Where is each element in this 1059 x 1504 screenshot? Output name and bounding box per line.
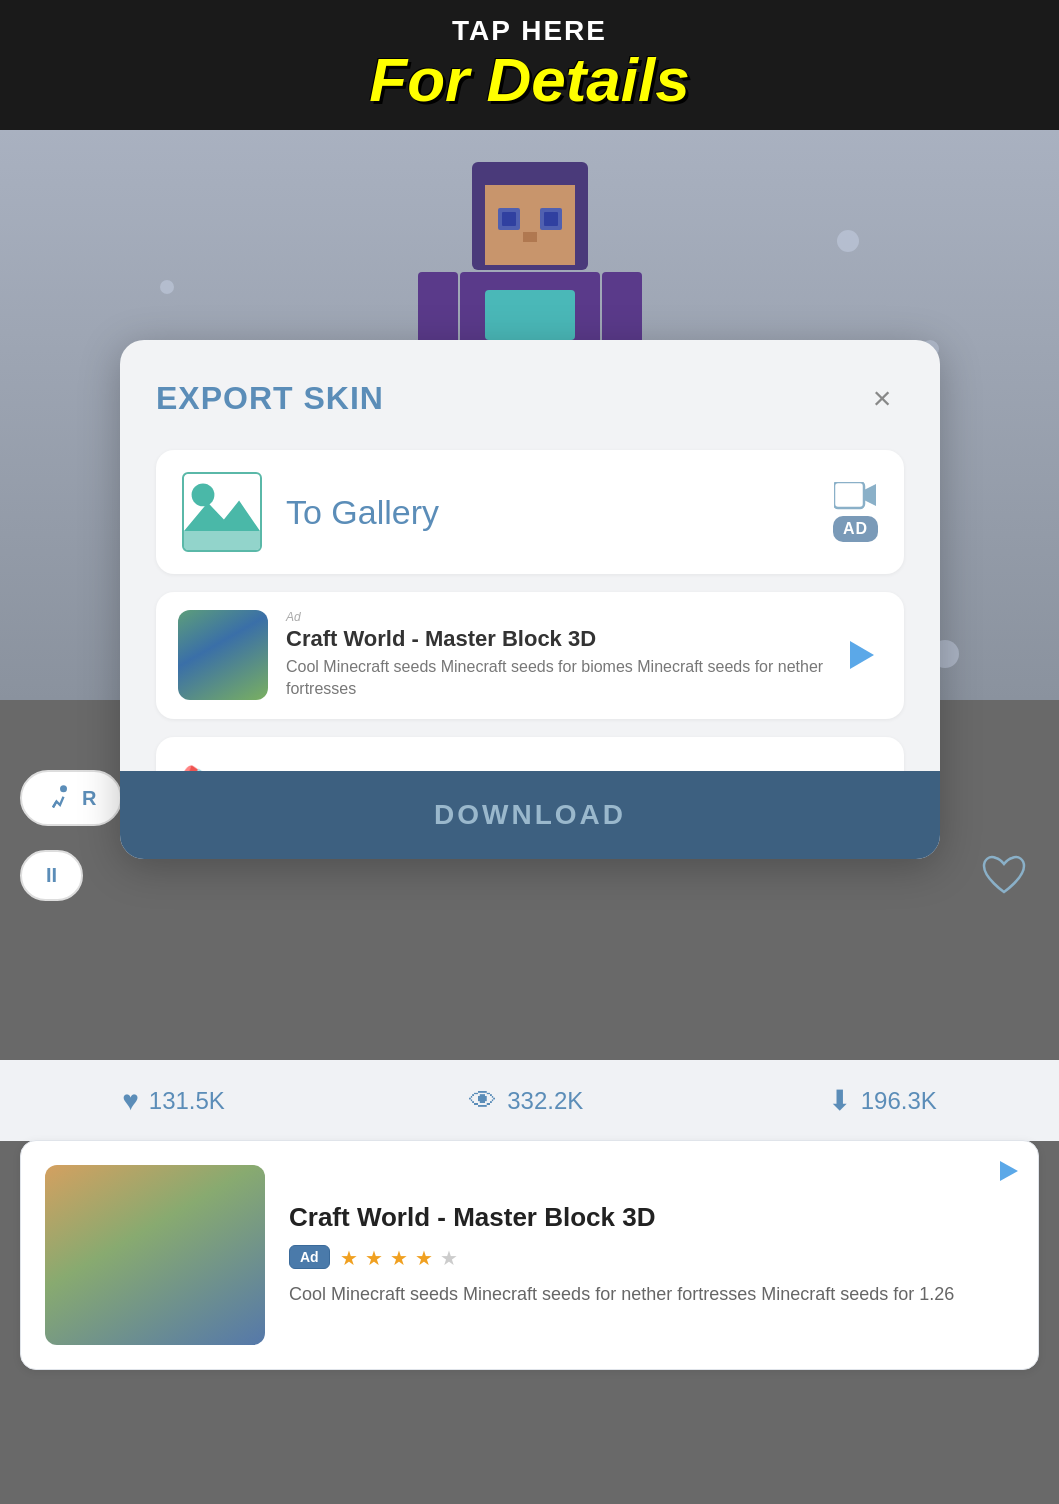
heart-icon [979, 850, 1029, 900]
export-skin-modal: EXPORT SKIN × To Gallery AD [120, 340, 940, 859]
stats-bar: ♥ 131.5K 👁 332.2K ⬇ 196.3K [0, 1060, 1059, 1141]
tap-text-container: TAP HERE For Details [369, 16, 689, 115]
top-bar[interactable]: TAP HERE For Details [0, 0, 1059, 130]
bottom-ad-badge: Ad [289, 1245, 330, 1269]
bottom-ad-banner[interactable]: Craft World - Master Block 3D Ad ★ ★ ★ ★… [20, 1140, 1039, 1370]
star-4: ★ [415, 1246, 437, 1268]
download-button[interactable]: DOWNLOAD [120, 771, 940, 859]
ad-badge: AD [833, 516, 878, 542]
downloads-value: 196.3K [861, 1087, 937, 1115]
ad-description: Cool Minecraft seeds Minecraft seeds for… [286, 656, 830, 701]
ad-label: Ad [286, 610, 830, 624]
svg-rect-9 [485, 290, 575, 340]
ad-play-button[interactable] [842, 635, 882, 675]
video-icon [834, 482, 876, 512]
svg-marker-21 [864, 484, 876, 506]
for-details-label: For Details [369, 46, 689, 114]
download-stat-icon: ⬇ [828, 1084, 851, 1117]
run-label: R [82, 787, 96, 810]
heart-button[interactable] [969, 840, 1039, 910]
star-1: ★ [340, 1246, 362, 1268]
play-triangle-icon [850, 641, 874, 669]
pause-label: II [46, 864, 57, 887]
svg-rect-5 [502, 212, 516, 226]
downloads-stat: ⬇ 196.3K [828, 1084, 937, 1117]
to-gallery-option[interactable]: To Gallery AD [156, 450, 904, 574]
modal-header: EXPORT SKIN × [156, 376, 904, 420]
svg-rect-6 [544, 212, 558, 226]
star-5: ★ [440, 1246, 462, 1268]
bottom-ad-title: Craft World - Master Block 3D [289, 1202, 1014, 1233]
pause-button[interactable]: II [20, 850, 83, 901]
star-2: ★ [365, 1246, 387, 1268]
ad-app-name: Craft World - Master Block 3D [286, 626, 830, 652]
star-rating: ★ ★ ★ ★ ★ [340, 1246, 462, 1268]
bottom-ad-badge-row: Ad ★ ★ ★ ★ ★ [289, 1245, 1014, 1269]
bottom-ad-content: Craft World - Master Block 3D Ad ★ ★ ★ ★… [289, 1202, 1014, 1308]
ad-thumbnail [178, 610, 268, 700]
bottom-play-triangle-icon [1000, 1161, 1018, 1181]
svg-point-18 [192, 484, 215, 507]
ad-label-container: Ad Craft World - Master Block 3D Cool Mi… [286, 610, 830, 701]
bottom-ad-play-button[interactable] [1000, 1161, 1018, 1181]
star-3: ★ [390, 1246, 412, 1268]
tap-here-label: TAP HERE [369, 16, 689, 47]
run-icon [46, 784, 74, 812]
bottom-ad-thumbnail [45, 1165, 265, 1345]
bg-dot-2 [837, 230, 859, 252]
views-value: 332.2K [507, 1087, 583, 1115]
views-stat: 👁 332.2K [469, 1084, 583, 1117]
bottom-ad-description: Cool Minecraft seeds Minecraft seeds for… [289, 1281, 1014, 1308]
svg-rect-19 [184, 531, 260, 550]
likes-value: 131.5K [149, 1087, 225, 1115]
eye-stat-icon: 👁 [469, 1084, 497, 1117]
modal-title: EXPORT SKIN [156, 380, 384, 417]
close-button[interactable]: × [860, 376, 904, 420]
bg-dot-1 [160, 280, 174, 294]
run-button[interactable]: R [20, 770, 122, 826]
gallery-icon [182, 472, 262, 552]
svg-rect-20 [834, 482, 864, 508]
svg-rect-7 [523, 232, 537, 242]
svg-point-22 [60, 785, 67, 792]
ad-card[interactable]: Ad Craft World - Master Block 3D Cool Mi… [156, 592, 904, 719]
gallery-label: To Gallery [286, 493, 833, 532]
likes-stat: ♥ 131.5K [122, 1085, 225, 1117]
ad-badge-container: AD [833, 482, 878, 542]
heart-stat-icon: ♥ [122, 1085, 139, 1117]
